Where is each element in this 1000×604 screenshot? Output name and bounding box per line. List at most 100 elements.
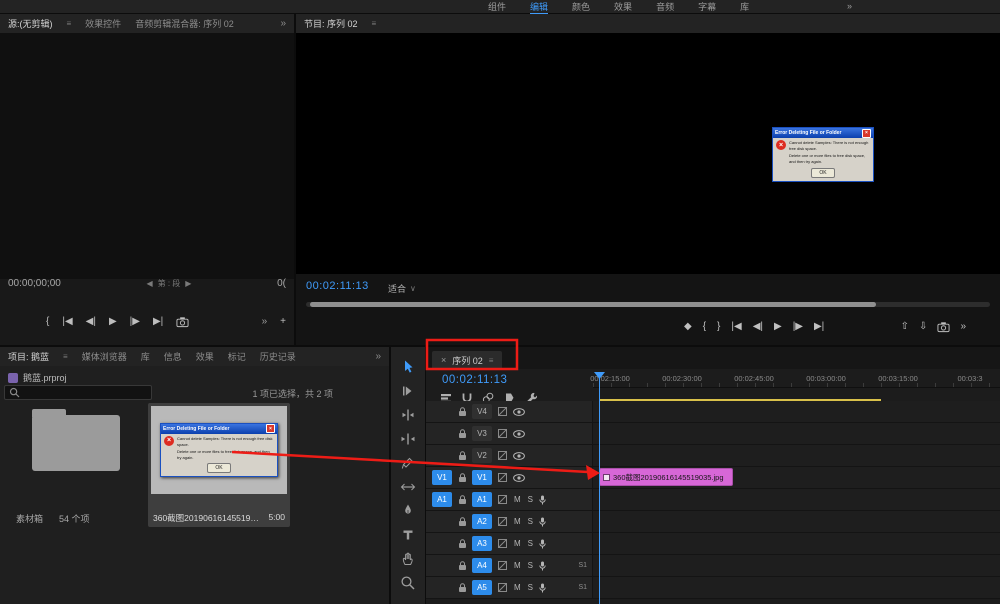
track-output-eye-icon[interactable]	[513, 474, 525, 482]
track-lock-icon[interactable]	[458, 561, 467, 571]
go-to-out-button[interactable]: ▶|	[814, 321, 824, 332]
tab-overflow-icon[interactable]: »	[375, 351, 381, 362]
track-target-a1[interactable]: A1	[472, 492, 492, 507]
timeline-tab-sequence-02[interactable]: × 序列 02 ≡	[432, 351, 503, 369]
track-target-a5[interactable]: A5	[472, 580, 492, 595]
transport-overflow-icon[interactable]: »	[960, 321, 966, 332]
tab-effect-controls[interactable]: 效果控件	[85, 17, 121, 30]
zoom-level-select[interactable]: 适合 ∨	[388, 282, 416, 295]
selection-tool[interactable]	[400, 359, 416, 375]
type-tool[interactable]	[400, 527, 416, 543]
track-lane-a5[interactable]	[593, 577, 1000, 598]
step-back-button[interactable]: ◀|	[86, 316, 96, 327]
solo-button[interactable]: S	[528, 517, 533, 526]
track-lock-icon[interactable]	[458, 451, 467, 461]
go-to-in-button[interactable]: |◀	[62, 316, 72, 327]
source-patch-slot[interactable]	[432, 426, 452, 441]
tab-markers[interactable]: 标记	[228, 350, 246, 363]
track-lane-v3[interactable]	[593, 423, 1000, 444]
step-back-button[interactable]: ◀|	[753, 321, 763, 332]
tab-libraries[interactable]: 库	[141, 350, 150, 363]
track-lock-icon[interactable]	[458, 539, 467, 549]
mute-button[interactable]: M	[514, 583, 521, 592]
zoom-scrollbar-handle[interactable]	[310, 302, 876, 307]
track-target-a4[interactable]: A4	[472, 558, 492, 573]
voiceover-mic-icon[interactable]	[539, 539, 546, 549]
hand-tool[interactable]	[400, 551, 416, 567]
prev-clip-icon[interactable]: ◀	[146, 279, 152, 288]
mark-in-button[interactable]: {	[703, 321, 706, 332]
track-target-v3[interactable]: V3	[472, 426, 492, 441]
sync-lock-icon[interactable]	[498, 451, 507, 460]
track-lane-a2[interactable]	[593, 511, 1000, 532]
transport-overflow-icon[interactable]: »	[262, 316, 268, 327]
source-patch-slot[interactable]	[432, 580, 452, 595]
track-select-forward-tool[interactable]	[400, 383, 416, 399]
project-file-row[interactable]: 鹅蓝.prproj	[8, 371, 67, 384]
program-zoom-scrollbar[interactable]	[306, 302, 990, 307]
timeline-clip-still-image[interactable]: 360截图20190616145519035.jpg	[599, 468, 733, 486]
track-lock-icon[interactable]	[458, 583, 467, 593]
sync-lock-icon[interactable]	[498, 583, 507, 592]
workspace-tab-assembly[interactable]: 组件	[488, 0, 506, 13]
mute-button[interactable]: M	[514, 539, 521, 548]
workspace-tab-audio[interactable]: 音频	[656, 0, 674, 13]
sync-lock-icon[interactable]	[498, 495, 507, 504]
panel-menu-icon[interactable]: ≡	[489, 356, 494, 365]
workspace-overflow-icon[interactable]: »	[847, 1, 852, 11]
go-to-in-button[interactable]: |◀	[731, 321, 741, 332]
tab-effects[interactable]: 效果	[196, 350, 214, 363]
tab-project[interactable]: 项目: 鹅蓝	[8, 350, 49, 363]
project-search-box[interactable]	[4, 385, 152, 400]
program-timecode[interactable]: 00:02:11:13	[306, 280, 369, 292]
mark-out-button[interactable]: }	[717, 321, 720, 332]
export-frame-icon[interactable]	[937, 320, 950, 333]
source-patch-v1[interactable]: V1	[432, 470, 452, 485]
play-button[interactable]: ▶	[109, 316, 117, 327]
tab-program-monitor[interactable]: 节目: 序列 02	[304, 17, 358, 30]
solo-button[interactable]: S	[528, 561, 533, 570]
step-forward-button[interactable]: |▶	[793, 321, 803, 332]
workspace-tab-captions[interactable]: 字幕	[698, 0, 716, 13]
playhead-line[interactable]	[599, 372, 600, 604]
track-lock-icon[interactable]	[458, 495, 467, 505]
mute-button[interactable]: M	[514, 517, 521, 526]
tab-info[interactable]: 信息	[164, 350, 182, 363]
source-timecode[interactable]: 00:00;00;00	[8, 278, 61, 289]
voiceover-mic-icon[interactable]	[539, 561, 546, 571]
export-frame-icon[interactable]	[176, 315, 189, 328]
add-marker-button[interactable]: ◆	[684, 321, 692, 332]
extract-button[interactable]: ⇩	[919, 321, 927, 332]
solo-button[interactable]: S	[528, 539, 533, 548]
track-lane-a4[interactable]	[593, 555, 1000, 576]
track-target-v1[interactable]: V1	[472, 470, 492, 485]
step-forward-button[interactable]: |▶	[130, 316, 140, 327]
timeline-timecode[interactable]: 00:02:11:13	[442, 374, 507, 386]
next-clip-icon[interactable]: ▶	[185, 279, 191, 288]
tab-overflow-icon[interactable]: »	[280, 18, 286, 29]
track-target-a2[interactable]: A2	[472, 514, 492, 529]
zoom-tool[interactable]	[400, 575, 416, 591]
search-input[interactable]	[24, 386, 147, 399]
track-lane-a3[interactable]	[593, 533, 1000, 554]
lift-button[interactable]: ⇧	[901, 321, 909, 332]
track-lane-v2[interactable]	[593, 445, 1000, 466]
solo-button[interactable]: S	[528, 495, 533, 504]
source-patch-a1[interactable]: A1	[432, 492, 452, 507]
project-item-clip[interactable]: Error Deleting File or Folder × × Cannot…	[148, 403, 290, 527]
tab-source-monitor[interactable]: 源:(无剪辑)	[8, 17, 53, 30]
track-lock-icon[interactable]	[458, 429, 467, 439]
sync-lock-icon[interactable]	[498, 517, 507, 526]
project-item-bin[interactable]: 素材箱 54 个项	[10, 405, 142, 525]
razor-tool[interactable]	[400, 455, 416, 471]
track-lock-icon[interactable]	[458, 473, 467, 483]
source-patch-slot[interactable]	[432, 448, 452, 463]
solo-button[interactable]: S	[528, 583, 533, 592]
pen-tool[interactable]	[400, 503, 416, 519]
track-lane-v1[interactable]: 360截图20190616145519035.jpg	[593, 467, 1000, 488]
panel-menu-icon[interactable]: ≡	[63, 352, 68, 361]
mark-in-button[interactable]: {	[46, 316, 49, 327]
panel-menu-icon[interactable]: ≡	[372, 19, 377, 28]
track-lock-icon[interactable]	[458, 517, 467, 527]
sync-lock-icon[interactable]	[498, 407, 507, 416]
